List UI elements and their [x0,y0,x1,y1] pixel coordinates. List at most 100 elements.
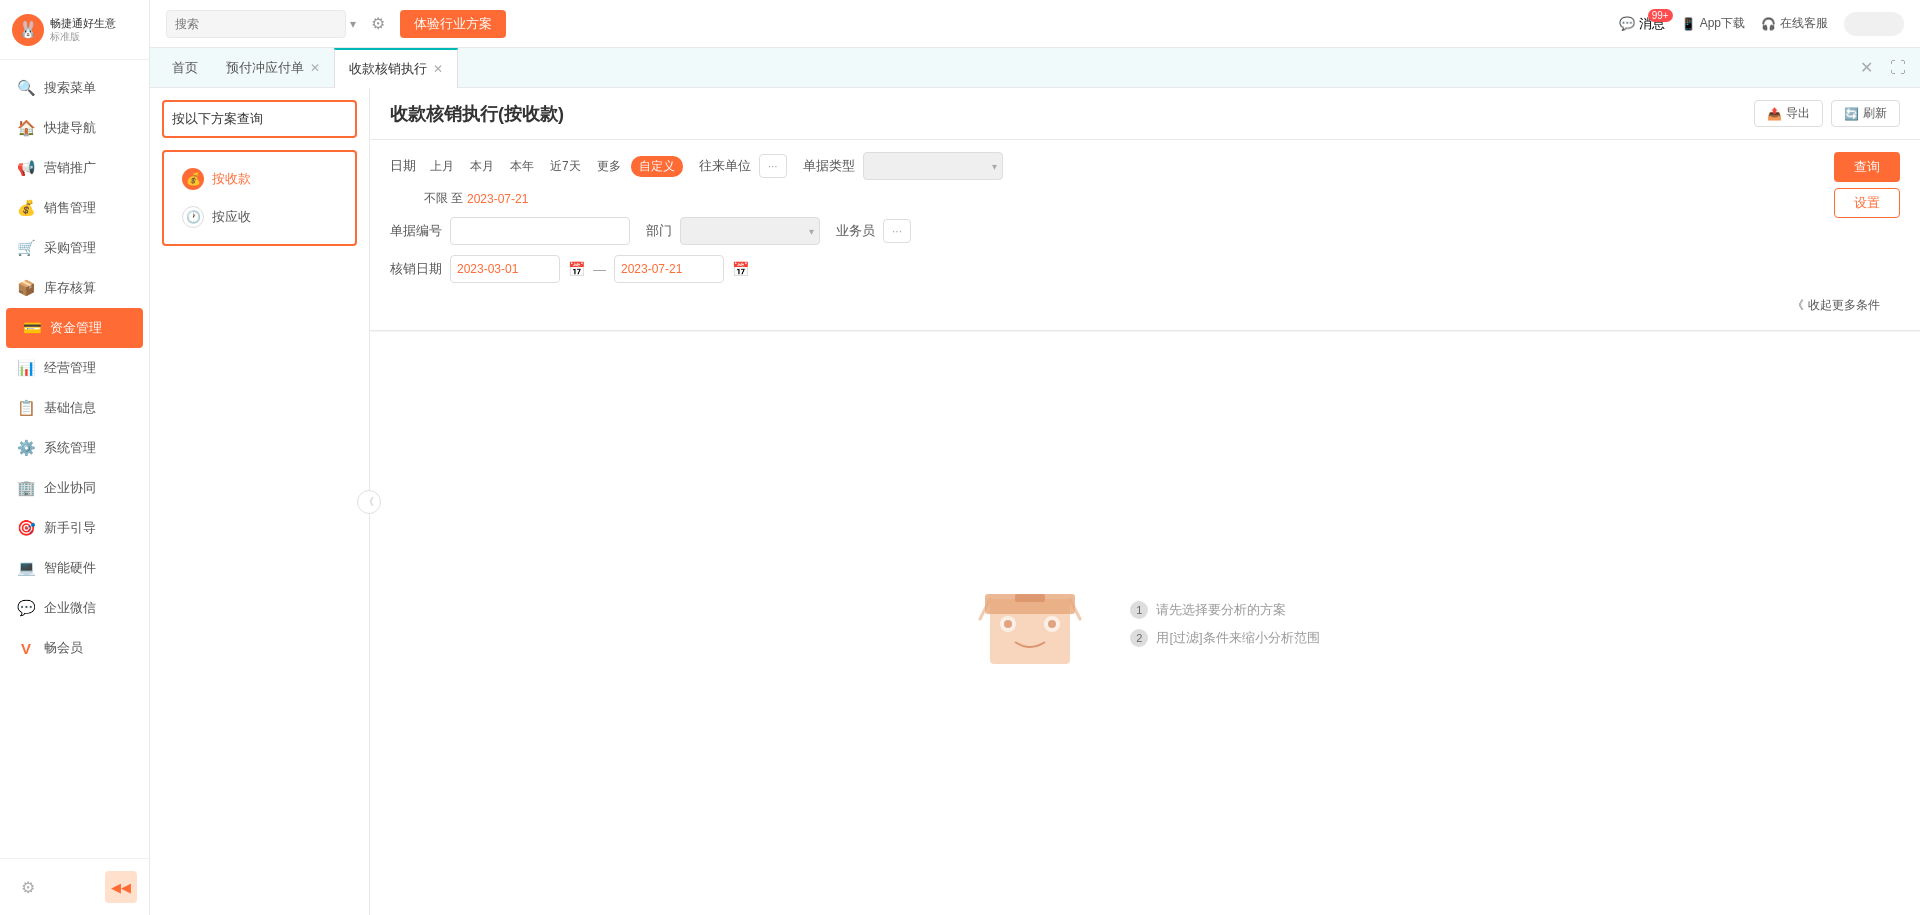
user-avatar[interactable] [1844,12,1904,36]
header-search-area: ▾ [166,10,356,38]
counterparty-group: 往来单位 ··· [699,154,787,178]
sidebar-item-quick-nav[interactable]: 🏠 快捷导航 [0,108,149,148]
filter-option-by-receivable[interactable]: 🕐 按应收 [172,198,347,236]
sidebar-item-inventory[interactable]: 📦 库存核算 [0,268,149,308]
writeoff-date-to-input[interactable] [614,255,724,283]
form-settings-button[interactable]: 设置 [1834,188,1900,218]
writeoff-date-group: 核销日期 📅 — 📅 [390,255,749,283]
sidebar-item-enterprise[interactable]: 🏢 企业协同 [0,468,149,508]
date-no-limit-label: 不限 至 [424,190,463,207]
logo-text: 畅捷通好生意 标准版 [50,16,116,43]
date-this-month[interactable]: 本月 [464,156,500,177]
sidebar-label-quick-nav: 快捷导航 [44,119,96,137]
enterprise-icon: 🏢 [16,478,36,498]
tab-prepay[interactable]: 预付冲应付单 ✕ [212,48,334,88]
collapse-more-button[interactable]: 《 收起更多条件 [390,293,1900,322]
sidebar-label-hardware: 智能硬件 [44,559,96,577]
header-chevron-icon[interactable]: ▾ [350,17,356,31]
svg-point-6 [1048,620,1056,628]
sidebar-item-marketing[interactable]: 📢 营销推广 [0,148,149,188]
service-button[interactable]: 🎧 在线客服 [1761,15,1828,32]
logo-icon: 🐰 [12,14,44,46]
header-right: 💬 消息 99+ 📱 App下载 🎧 在线客服 [1619,12,1904,36]
writeoff-date-to-calendar-icon[interactable]: 📅 [732,261,749,277]
doc-type-select-wrapper: ▾ [863,152,1003,180]
sidebar-item-finance[interactable]: 💳 资金管理 [6,308,143,348]
main-area: ▾ ⚙ 体验行业方案 💬 消息 99+ 📱 App下载 🎧 在线客服 首页 [150,0,1920,915]
date-7-days[interactable]: 近7天 [544,156,587,177]
staff-input[interactable]: ··· [883,219,911,243]
top-header: ▾ ⚙ 体验行业方案 💬 消息 99+ 📱 App下载 🎧 在线客服 [150,0,1920,48]
filter-panel-title: 按以下方案查询 [162,100,357,138]
doc-type-select[interactable] [863,152,1003,180]
page-title: 收款核销执行(按收款) [390,102,564,126]
sidebar-label-search-menu: 搜索菜单 [44,79,96,97]
filter-option-by-receipt[interactable]: 💰 按收款 [172,160,347,198]
inventory-icon: 📦 [16,278,36,298]
counterparty-input[interactable]: ··· [759,154,787,178]
doc-type-group: 单据类型 ▾ [803,152,1003,180]
search-form: 日期 上月 本月 本年 近7天 更多 自定义 [370,140,1920,330]
app-download-button[interactable]: 📱 App下载 [1681,15,1745,32]
tab-receipt-writeoff[interactable]: 收款核销执行 ✕ [334,48,458,88]
sidebar-item-system[interactable]: ⚙️ 系统管理 [0,428,149,468]
tab-bar-actions: ✕ ⛶ [1852,54,1912,82]
sidebar-item-purchase[interactable]: 🛒 采购管理 [0,228,149,268]
sidebar-item-member[interactable]: V 畅会员 [0,628,149,668]
filter-panel-collapse-button[interactable]: 《 [357,490,381,514]
dept-label: 部门 [646,222,672,240]
sidebar-item-guide[interactable]: 🎯 新手引导 [0,508,149,548]
sidebar-item-wechat[interactable]: 💬 企业微信 [0,588,149,628]
writeoff-date-from-input[interactable] [450,255,560,283]
sidebar-settings-button[interactable]: ⚙ [12,871,44,903]
header-search-input[interactable] [166,10,346,38]
writeoff-date-from-calendar-icon[interactable]: 📅 [568,261,585,277]
tab-receipt-writeoff-close-icon[interactable]: ✕ [433,62,443,76]
sidebar-label-finance: 资金管理 [50,319,102,337]
refresh-button[interactable]: 🔄 刷新 [1831,100,1900,127]
tab-prepay-close-icon[interactable]: ✕ [310,61,320,75]
empty-tip-1: 1 请先选择要分析的方案 [1130,601,1319,619]
sidebar-label-inventory: 库存核算 [44,279,96,297]
by-receipt-icon: 💰 [182,168,204,190]
sidebar-item-search-menu[interactable]: 🔍 搜索菜单 [0,68,149,108]
search-menu-icon: 🔍 [16,78,36,98]
main-content: 收款核销执行(按收款) 📤 导出 🔄 刷新 [370,88,1920,915]
dept-select[interactable] [680,217,820,245]
sidebar-item-basic-info[interactable]: 📋 基础信息 [0,388,149,428]
by-receipt-label: 按收款 [212,170,251,188]
tab-maximize-icon[interactable]: ⛶ [1884,54,1912,82]
content-area: 按以下方案查询 💰 按收款 🕐 按应收 《 收款核销执行(按收款) [150,88,1920,915]
collapse-more-icon: 《 [1792,297,1804,314]
date-this-year[interactable]: 本年 [504,156,540,177]
doc-no-input[interactable] [450,217,630,245]
form-row-3: 核销日期 📅 — 📅 [390,255,1834,283]
tip-num-2: 2 [1130,629,1148,647]
sidebar-label-enterprise: 企业协同 [44,479,96,497]
date-custom[interactable]: 自定义 [631,156,683,177]
sidebar-collapse-button[interactable]: ◀◀ [105,871,137,903]
industry-btn[interactable]: 体验行业方案 [400,10,506,38]
tab-close-all-icon[interactable]: ✕ [1852,54,1880,82]
system-icon: ⚙️ [16,438,36,458]
sidebar-item-hardware[interactable]: 💻 智能硬件 [0,548,149,588]
sidebar-item-sales[interactable]: 💰 销售管理 [0,188,149,228]
header-gear-icon[interactable]: ⚙ [364,10,392,38]
tab-home[interactable]: 首页 [158,48,212,88]
date-more[interactable]: 更多 [591,156,627,177]
tip-num-1: 1 [1130,601,1148,619]
sidebar-item-operations[interactable]: 📊 经营管理 [0,348,149,388]
finance-icon: 💳 [22,318,42,338]
sidebar-label-member: 畅会员 [44,639,83,657]
tab-prepay-label: 预付冲应付单 [226,59,304,77]
date-last-month[interactable]: 上月 [424,156,460,177]
empty-tips: 1 请先选择要分析的方案 2 用[过滤]条件来缩小分析范围 [1130,601,1319,647]
message-badge: 99+ [1648,9,1673,22]
message-button[interactable]: 💬 消息 99+ [1619,15,1665,33]
query-button[interactable]: 查询 [1834,152,1900,182]
marketing-icon: 📢 [16,158,36,178]
doc-no-group: 单据编号 [390,217,630,245]
service-label: 在线客服 [1780,15,1828,32]
export-button[interactable]: 📤 导出 [1754,100,1823,127]
hardware-icon: 💻 [16,558,36,578]
